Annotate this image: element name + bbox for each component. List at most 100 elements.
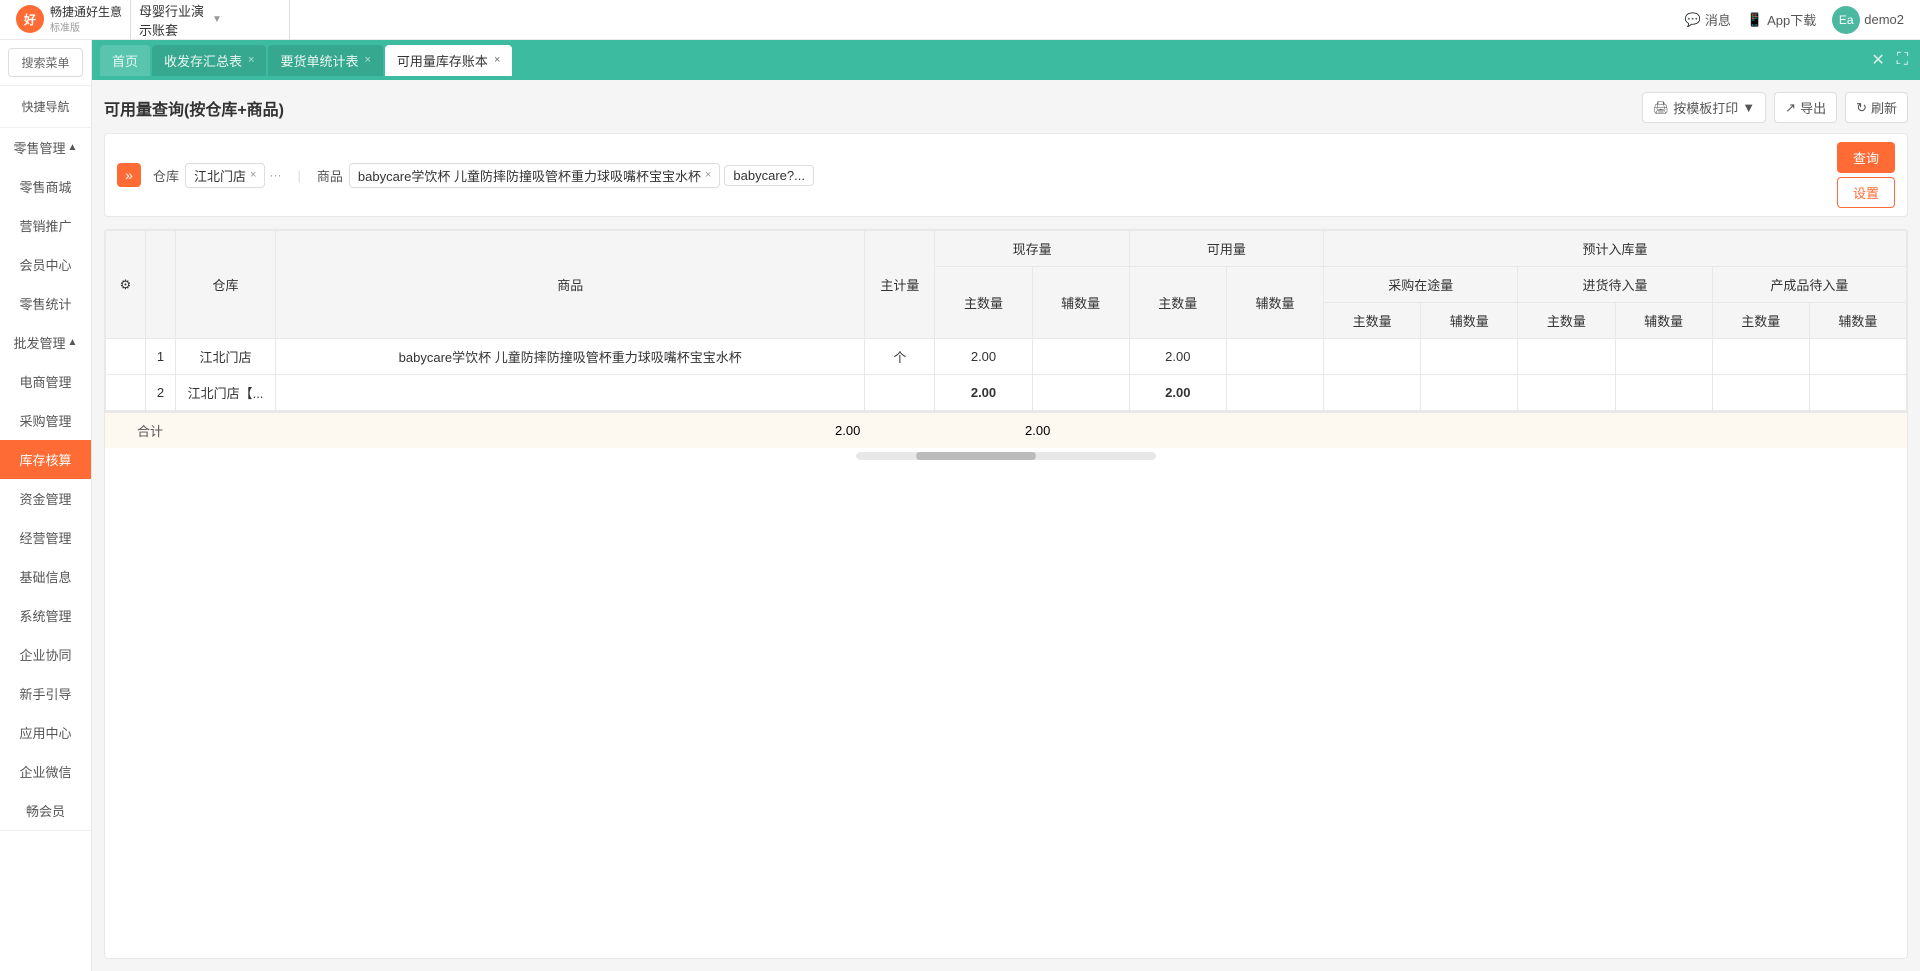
- close-icon-2[interactable]: ×: [364, 54, 370, 66]
- retail-stats-label: 零售统计: [19, 294, 71, 313]
- sidebar: 搜索菜单 快捷导航 零售管理 ▲ 零售商城 营销推广 会员中心 零售统计 批发管…: [0, 40, 92, 971]
- page-actions: 🖨 按模板打印 ▼ ↗ 导出 ↻ 刷新: [1642, 92, 1908, 123]
- th-planned-inbound: 预计入库量: [1324, 231, 1907, 267]
- purchase-label: 采购管理: [19, 411, 71, 430]
- filter-right-buttons: 查询 设置: [1837, 142, 1895, 208]
- scrollbar-thumb[interactable]: [916, 452, 1036, 460]
- th-current-stock: 现存量: [935, 231, 1129, 267]
- member-label: 会员中心: [19, 255, 71, 274]
- filter-toggle-btn[interactable]: »: [117, 163, 141, 187]
- th-pur-aux: 辅数量: [1421, 303, 1518, 339]
- tab-receive-summary-label: 收发存汇总表: [164, 51, 242, 70]
- top-bar-left: 好 畅捷通好生意 标准版 母婴行业演示账套 ▼: [16, 0, 290, 44]
- sidebar-item-enterprise-wechat[interactable]: 企业微信: [0, 752, 91, 791]
- sidebar-item-retail-mall[interactable]: 零售商城: [0, 167, 91, 206]
- tab-order-stats[interactable]: 要货单统计表 ×: [268, 45, 382, 76]
- sidebar-item-inventory[interactable]: 库存核算: [0, 440, 91, 479]
- template-print-label: 按模板打印: [1673, 98, 1738, 117]
- sidebar-item-member[interactable]: 会员中心: [0, 245, 91, 284]
- maximize-btn[interactable]: ⛶: [1893, 46, 1912, 74]
- sidebar-item-vip[interactable]: 畅会员: [0, 791, 91, 830]
- th-finished-pending: 产成品待入量: [1712, 267, 1906, 303]
- sidebar-menu: 零售管理 ▲ 零售商城 营销推广 会员中心 零售统计 批发管理 ▲ 电商管理: [0, 128, 91, 831]
- export-icon: ↗: [1785, 100, 1796, 116]
- tab-receive-summary[interactable]: 收发存汇总表 ×: [152, 45, 266, 76]
- row-1-avail-aux: [1226, 339, 1323, 375]
- template-print-btn[interactable]: 🖨 按模板打印 ▼: [1642, 92, 1766, 123]
- row-2-inc-aux: [1615, 375, 1712, 411]
- th-index: [146, 231, 176, 339]
- dropdown-icon: ▼: [1742, 100, 1755, 115]
- th-avail-aux: 辅数量: [1226, 267, 1323, 339]
- sidebar-item-retail-mgmt[interactable]: 零售管理 ▲: [0, 128, 91, 167]
- page-header: 可用量查询(按仓库+商品) 🖨 按模板打印 ▼ ↗ 导出 ↻ 刷新: [104, 92, 1908, 123]
- sidebar-item-quick-nav[interactable]: 快捷导航: [0, 90, 91, 123]
- user-profile[interactable]: Ea demo2: [1832, 6, 1904, 34]
- sidebar-item-purchase[interactable]: 采购管理: [0, 401, 91, 440]
- sidebar-item-new-guide[interactable]: 新手引导: [0, 674, 91, 713]
- ecommerce-label: 电商管理: [19, 372, 71, 391]
- th-inc-aux: 辅数量: [1615, 303, 1712, 339]
- warehouse-tags: 江北门店 × ···: [185, 163, 281, 188]
- warehouse-more[interactable]: ···: [269, 168, 281, 182]
- th-fin-aux: 辅数量: [1809, 303, 1906, 339]
- th-warehouse: 仓库: [176, 231, 276, 339]
- filter-action-btns: 查询 设置: [1837, 142, 1895, 208]
- row-2-fin-main: [1712, 375, 1809, 411]
- th-stock-main: 主数量: [935, 267, 1032, 339]
- print-icon: 🖨: [1653, 100, 1670, 116]
- retail-mgmt-label: 零售管理: [14, 138, 66, 157]
- sidebar-item-marketing[interactable]: 营销推广: [0, 206, 91, 245]
- vip-label: 畅会员: [26, 801, 65, 820]
- warehouse-tag: 江北门店 ×: [185, 163, 265, 188]
- th-available-qty: 可用量: [1129, 231, 1323, 267]
- logo-text-area: 畅捷通好生意 标准版: [50, 5, 122, 34]
- close-icon-3[interactable]: ×: [494, 54, 500, 66]
- export-btn[interactable]: ↗ 导出: [1774, 92, 1837, 123]
- sidebar-item-finance[interactable]: 资金管理: [0, 479, 91, 518]
- chevron-icon: ▲: [68, 142, 78, 153]
- row-2-inc-main: [1518, 375, 1615, 411]
- tab-home[interactable]: 首页: [100, 45, 150, 76]
- close-icon[interactable]: ×: [248, 54, 254, 66]
- sidebar-item-enterprise[interactable]: 企业协同: [0, 635, 91, 674]
- company-name: 母婴行业演示账套: [139, 1, 208, 39]
- search-menu-btn[interactable]: 搜索菜单: [8, 48, 83, 77]
- download-icon: 📱: [1747, 12, 1763, 28]
- message-btn[interactable]: 💬 消息: [1685, 10, 1731, 29]
- sidebar-item-app-center[interactable]: 应用中心: [0, 713, 91, 752]
- refresh-label: 刷新: [1871, 98, 1897, 117]
- product-filter: 商品 babycare学饮杯 儿童防摔防撞吸管杯重力球吸嘴杯宝宝水杯 × bab…: [317, 163, 814, 188]
- finance-label: 资金管理: [19, 489, 71, 508]
- settings-btn[interactable]: 设置: [1837, 177, 1895, 208]
- sidebar-item-system[interactable]: 系统管理: [0, 596, 91, 635]
- sidebar-search-section: 搜索菜单: [0, 40, 91, 86]
- remove-product-tag-1[interactable]: ×: [705, 169, 711, 181]
- basic-info-label: 基础信息: [19, 567, 71, 586]
- sidebar-item-basic-info[interactable]: 基础信息: [0, 557, 91, 596]
- th-gear[interactable]: ⚙: [106, 231, 146, 339]
- row-2-stock-main: 2.00: [935, 375, 1032, 411]
- avatar: Ea: [1832, 6, 1860, 34]
- horizontal-scrollbar[interactable]: [856, 452, 1156, 460]
- wholesale-label: 批发管理: [14, 333, 66, 352]
- refresh-btn[interactable]: ↻ 刷新: [1845, 92, 1908, 123]
- tab-available-stock[interactable]: 可用量库存账本 ×: [385, 45, 512, 76]
- remove-warehouse-tag[interactable]: ×: [250, 169, 256, 181]
- system-label: 系统管理: [19, 606, 71, 625]
- operations-label: 经营管理: [19, 528, 71, 547]
- sidebar-item-wholesale[interactable]: 批发管理 ▲: [0, 323, 91, 362]
- sidebar-item-retail-stats[interactable]: 零售统计: [0, 284, 91, 323]
- company-selector[interactable]: 母婴行业演示账套 ▼: [130, 0, 290, 44]
- row-1-warehouse: 江北门店: [176, 339, 276, 375]
- row-2-unit: [865, 375, 935, 411]
- query-btn[interactable]: 查询: [1837, 142, 1895, 173]
- logo-area: 好 畅捷通好生意 标准版: [16, 5, 122, 34]
- sidebar-item-ecommerce[interactable]: 电商管理: [0, 362, 91, 401]
- product-tag-2: babycare?...: [724, 165, 814, 186]
- app-edition: 标准版: [50, 19, 122, 34]
- sidebar-item-operations[interactable]: 经营管理: [0, 518, 91, 557]
- app-download-btn[interactable]: 📱 App下载: [1747, 10, 1816, 29]
- close-window-btn[interactable]: ✕: [1867, 46, 1888, 74]
- product-tags: babycare学饮杯 儿童防摔防撞吸管杯重力球吸嘴杯宝宝水杯 × babyca…: [349, 163, 814, 188]
